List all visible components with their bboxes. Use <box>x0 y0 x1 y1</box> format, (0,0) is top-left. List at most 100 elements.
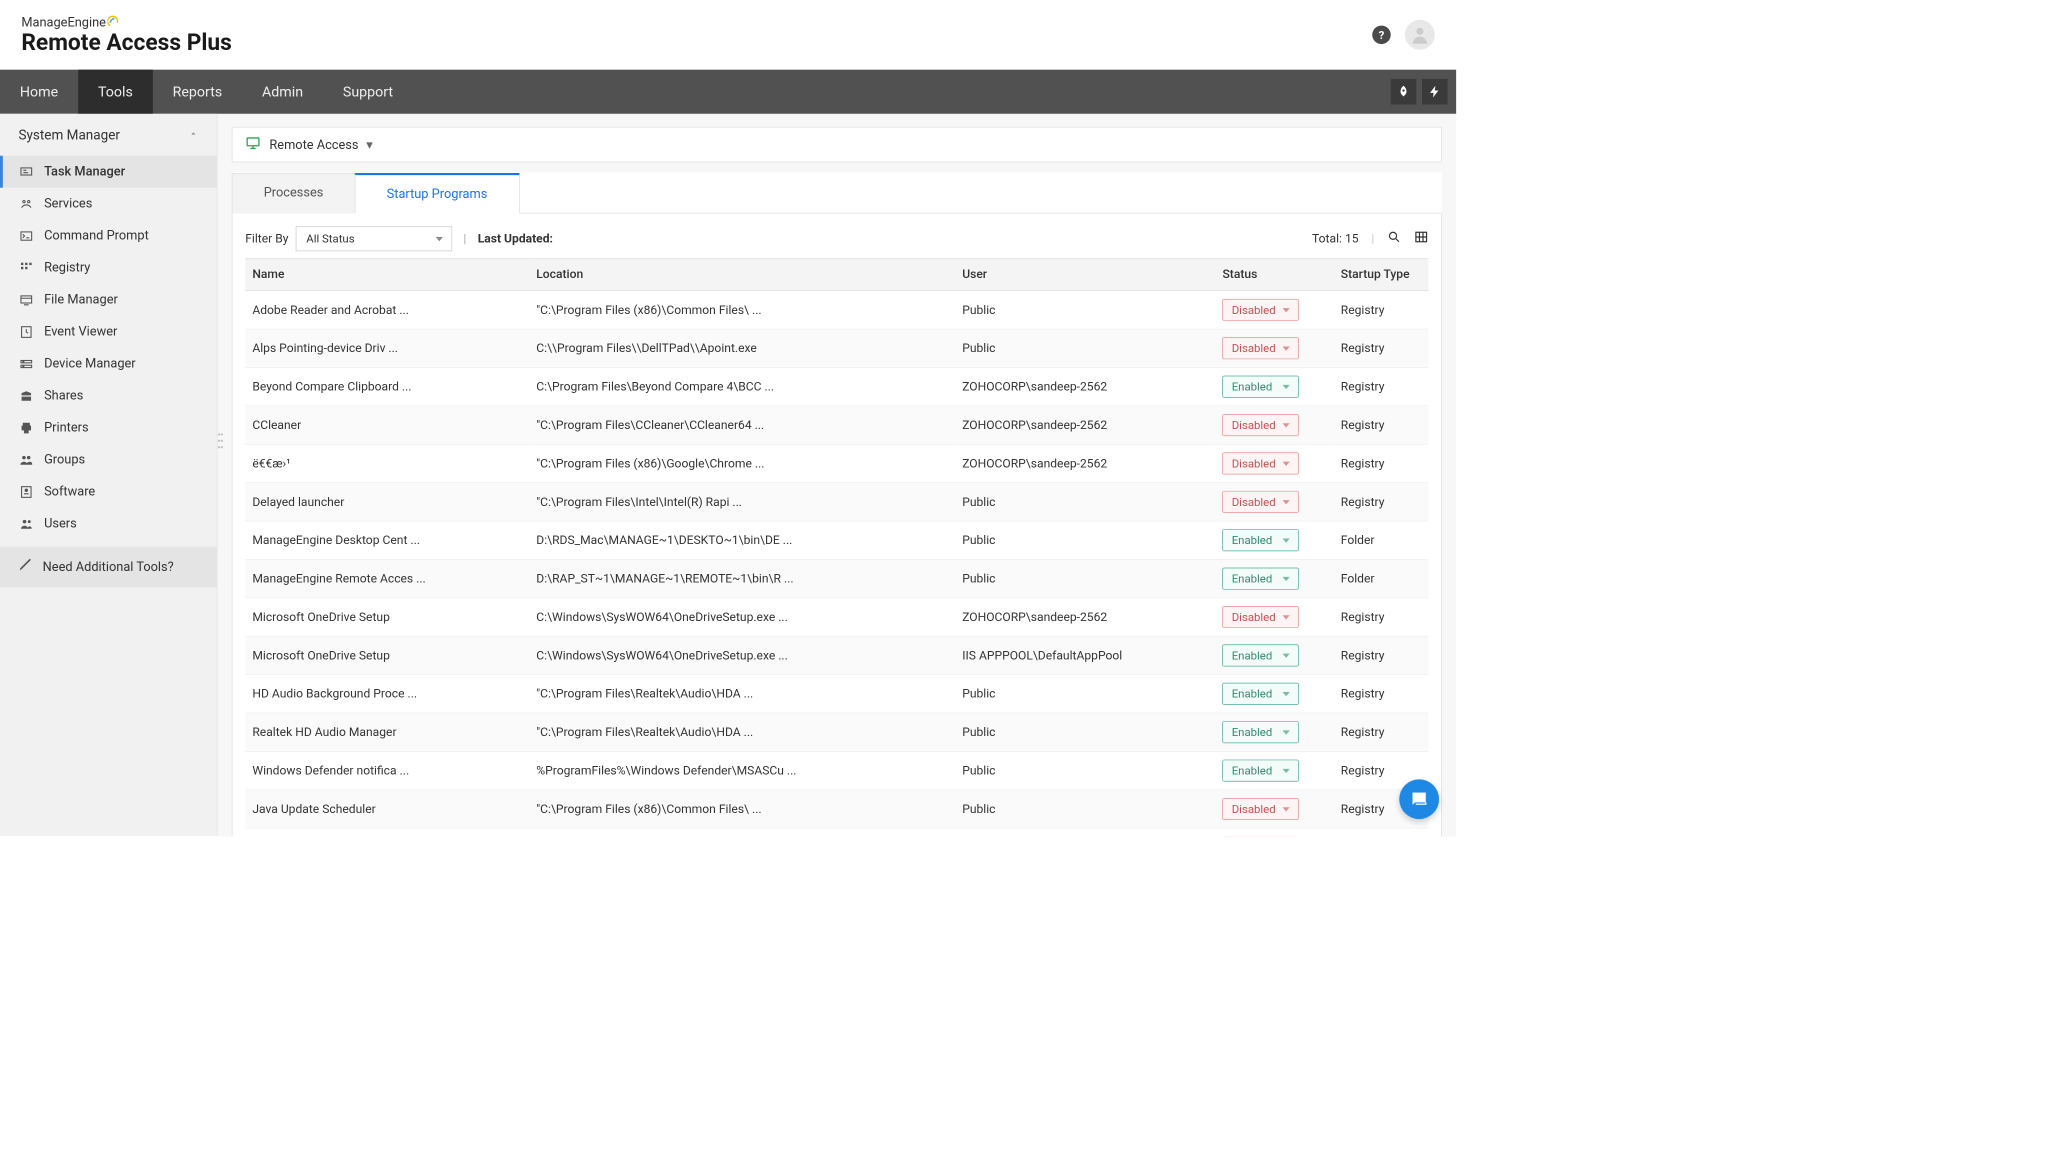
caret-down-icon <box>1283 499 1290 503</box>
col-user[interactable]: User <box>955 258 1215 290</box>
bolt-button[interactable] <box>1422 79 1448 105</box>
status-select[interactable]: Enabled <box>1223 529 1300 551</box>
sidebar-item-services[interactable]: Services <box>0 188 217 220</box>
sidebar-item-shares[interactable]: Shares <box>0 380 217 412</box>
separator: | <box>463 231 466 245</box>
cell-type: Registry <box>1334 636 1429 674</box>
total-count: Total: 15 <box>1312 231 1359 245</box>
table-row: Delayed launcher"C:\Program Files\Intel\… <box>245 482 1428 520</box>
sidebar-collapse-handle[interactable] <box>217 427 224 455</box>
rocket-button[interactable] <box>1391 79 1417 105</box>
status-select[interactable]: Disabled <box>1223 337 1300 359</box>
table-row: Waves MaxxAudio Service A ..."C:\Program… <box>245 828 1428 836</box>
sidebar-item-task-manager[interactable]: Task Manager <box>0 156 217 188</box>
columns-button[interactable] <box>1414 230 1428 248</box>
status-select[interactable]: Disabled <box>1223 299 1300 321</box>
cell-location: "C:\Program Files\Realtek\Audio\HDA ... <box>529 713 955 751</box>
cell-location: D:\RAP_ST~1\MANAGE~1\REMOTE~1\bin\R ... <box>529 559 955 597</box>
cell-user: Public <box>955 482 1215 520</box>
cell-user: Public <box>955 521 1215 559</box>
status-value: Disabled <box>1232 610 1276 624</box>
sidebar-item-printers[interactable]: Printers <box>0 412 217 444</box>
sidebar: System Manager Task ManagerServicesComma… <box>0 114 218 836</box>
cell-user: IIS APPPOOL\DefaultAppPool <box>955 636 1215 674</box>
status-select[interactable]: Enabled <box>1223 567 1300 589</box>
sidebar-item-label: Registry <box>44 260 90 275</box>
sidebar-section-toggle[interactable]: System Manager <box>0 114 217 156</box>
shares-icon <box>18 389 34 403</box>
sidebar-item-groups[interactable]: Groups <box>0 444 217 476</box>
nav-item-support[interactable]: Support <box>323 70 413 114</box>
sidebar-item-label: Software <box>44 484 95 499</box>
col-location[interactable]: Location <box>529 258 955 290</box>
filter-by-label: Filter By <box>245 231 288 245</box>
table-row: ManageEngine Desktop Cent ...D:\RDS_Mac\… <box>245 521 1428 559</box>
status-select[interactable]: Enabled <box>1223 644 1300 666</box>
col-startup-type[interactable]: Startup Type <box>1334 258 1429 290</box>
col-status[interactable]: Status <box>1215 258 1333 290</box>
status-select[interactable]: Disabled <box>1223 452 1300 474</box>
cell-location: C:\Windows\SysWOW64\OneDriveSetup.exe ..… <box>529 636 955 674</box>
device-manager-icon <box>18 357 34 371</box>
cell-name: Java Update Scheduler <box>245 790 529 828</box>
status-select[interactable]: Enabled <box>1223 759 1300 781</box>
main-content: Remote Access ▾ ProcessesStartup Program… <box>218 114 1457 836</box>
context-label: Remote Access <box>269 137 358 152</box>
need-additional-tools[interactable]: Need Additional Tools? <box>0 547 217 588</box>
chat-fab[interactable] <box>1399 779 1439 819</box>
command-prompt-icon <box>18 229 34 243</box>
nav-item-tools[interactable]: Tools <box>78 70 153 114</box>
cell-user: Public <box>955 790 1215 828</box>
sidebar-item-file-manager[interactable]: File Manager <box>0 284 217 316</box>
sidebar-item-event-viewer[interactable]: Event Viewer <box>0 316 217 348</box>
status-select[interactable]: Enabled <box>1223 375 1300 397</box>
context-dropdown[interactable]: Remote Access ▾ <box>269 137 372 152</box>
filter-row: Filter By All Status | Last Updated: Tot… <box>245 226 1428 251</box>
status-select[interactable]: Disabled <box>1223 606 1300 628</box>
status-value: Disabled <box>1232 418 1276 432</box>
status-select[interactable]: Disabled <box>1223 491 1300 513</box>
sidebar-item-device-manager[interactable]: Device Manager <box>0 348 217 380</box>
caret-down-icon <box>1283 691 1290 695</box>
cell-location: D:\RDS_Mac\MANAGE~1\DESKTO~1\bin\DE ... <box>529 521 955 559</box>
cell-name: ë€€æ›¹ <box>245 444 529 482</box>
cell-name: Alps Pointing-device Driv ... <box>245 329 529 367</box>
search-button[interactable] <box>1387 230 1401 248</box>
last-updated-label: Last Updated: <box>478 231 553 245</box>
cell-location: C:\\Program Files\\DellTPad\\Apoint.exe <box>529 329 955 367</box>
nav-item-admin[interactable]: Admin <box>242 70 323 114</box>
nav-item-reports[interactable]: Reports <box>153 70 242 114</box>
sidebar-item-command-prompt[interactable]: Command Prompt <box>0 220 217 252</box>
status-select[interactable]: Enabled <box>1223 721 1300 743</box>
brand-swirl-icon <box>107 16 120 29</box>
status-select[interactable]: Disabled <box>1223 414 1300 436</box>
tab-startup-programs[interactable]: Startup Programs <box>355 173 520 214</box>
cell-type: Registry <box>1334 674 1429 712</box>
status-value: Enabled <box>1232 648 1273 662</box>
nav-item-home[interactable]: Home <box>0 70 78 114</box>
sidebar-item-registry[interactable]: Registry <box>0 252 217 284</box>
user-avatar[interactable] <box>1405 20 1435 50</box>
cell-type: Registry <box>1334 598 1429 636</box>
status-filter-select[interactable]: All Status <box>296 226 452 251</box>
cell-name: Adobe Reader and Acrobat ... <box>245 290 529 328</box>
status-select[interactable]: Disabled <box>1223 798 1300 820</box>
status-value: Disabled <box>1232 495 1276 509</box>
cell-user: ZOHOCORP\sandeep-2562 <box>955 367 1215 405</box>
cell-type: Registry <box>1334 482 1429 520</box>
status-select[interactable]: Enabled <box>1223 683 1300 705</box>
sidebar-item-users[interactable]: Users <box>0 508 217 540</box>
cell-user: Public <box>955 828 1215 836</box>
col-name[interactable]: Name <box>245 258 529 290</box>
status-value: Enabled <box>1232 380 1273 394</box>
status-value: Disabled <box>1232 341 1276 355</box>
cell-location: "C:\Program Files\Intel\Intel(R) Rapi ..… <box>529 482 955 520</box>
help-button[interactable]: ? <box>1372 26 1390 44</box>
cell-type: Registry <box>1334 406 1429 444</box>
tab-processes[interactable]: Processes <box>232 173 356 214</box>
tabs: ProcessesStartup Programs <box>232 172 1442 213</box>
cell-user: Public <box>955 713 1215 751</box>
cell-location: C:\Windows\SysWOW64\OneDriveSetup.exe ..… <box>529 598 955 636</box>
sidebar-item-label: File Manager <box>44 292 118 307</box>
sidebar-item-software[interactable]: Software <box>0 476 217 508</box>
